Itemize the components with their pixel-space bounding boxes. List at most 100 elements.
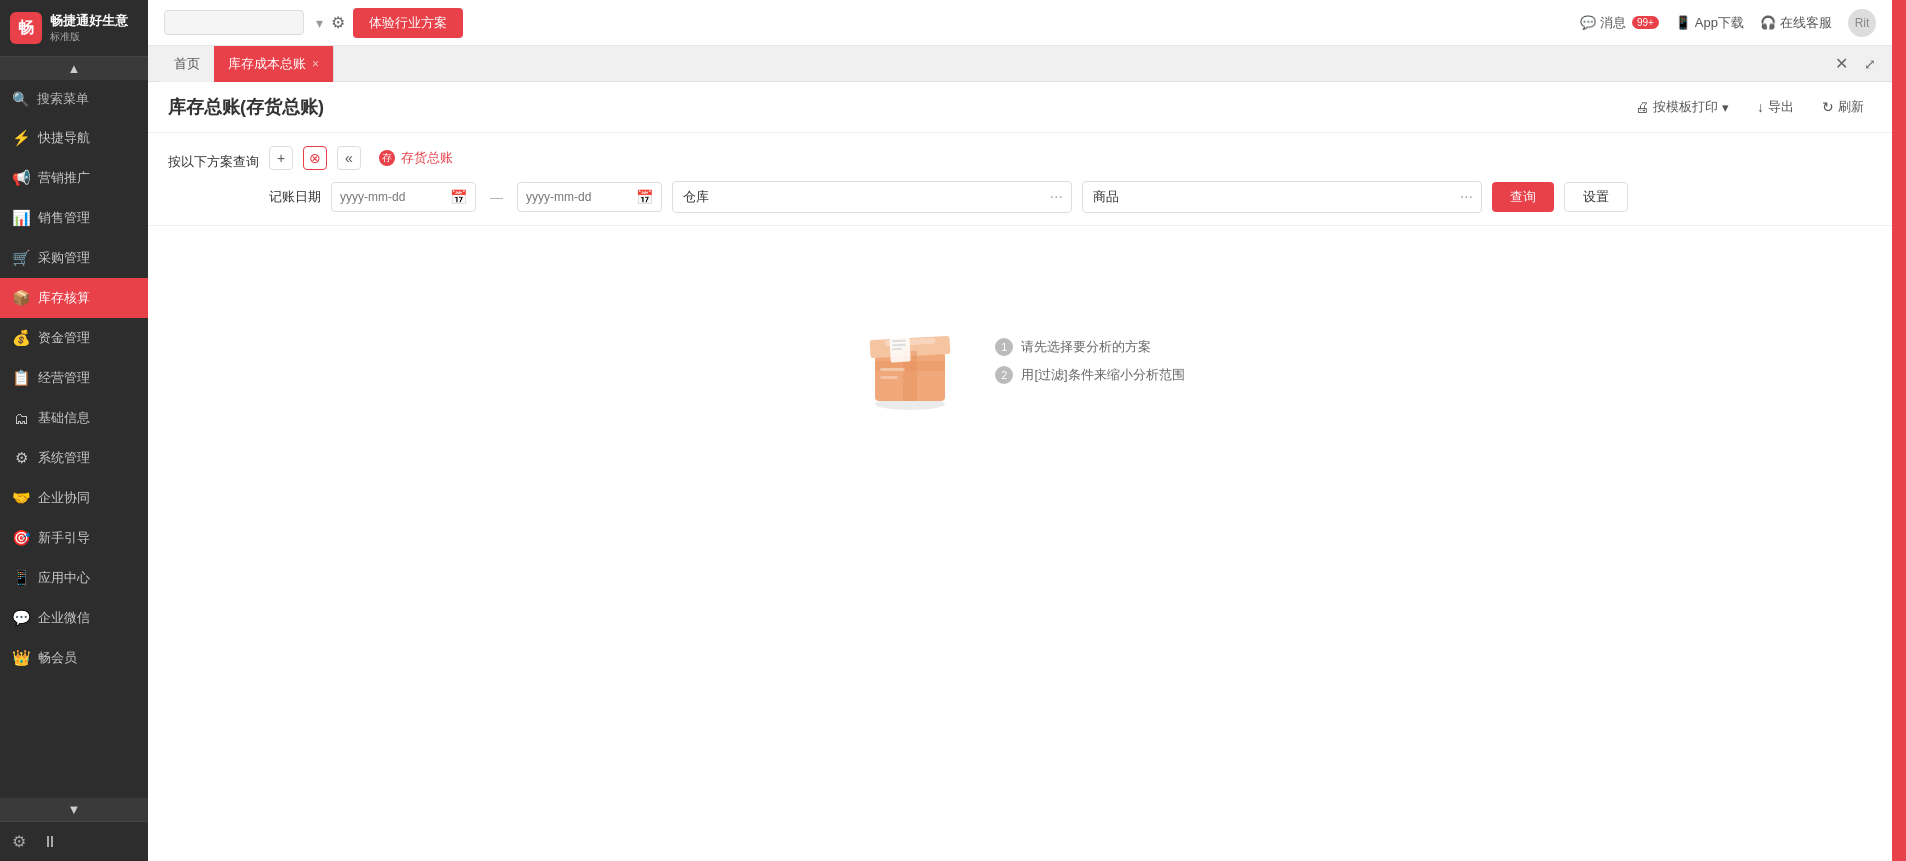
inventory-icon: 📦 [12, 289, 30, 307]
finance-icon: 💰 [12, 329, 30, 347]
topbar-search-input[interactable] [164, 10, 304, 35]
enterprise-icon: 🤝 [12, 489, 30, 507]
filter-label: 按以下方案查询 [168, 145, 259, 171]
resize-panel-button[interactable]: ⤢ [1860, 52, 1880, 76]
quick-nav-icon: ⚡ [12, 129, 30, 147]
basic-icon: 🗂 [12, 410, 30, 427]
app-logo: 畅 畅捷通好生意 标准版 [0, 0, 148, 57]
message-label: 消息 [1600, 14, 1626, 32]
sidebar-item-inventory[interactable]: 📦 库存核算 [0, 278, 148, 318]
product-more-icon[interactable]: ··· [1452, 182, 1481, 212]
export-button[interactable]: ↓ 导出 [1749, 94, 1802, 120]
sidebar-item-purchase[interactable]: 🛒 采购管理 [0, 238, 148, 278]
sidebar-item-label: 系统管理 [38, 449, 136, 467]
tab-home[interactable]: 首页 [160, 46, 214, 82]
vip-icon: 👑 [12, 649, 30, 667]
svg-rect-7 [880, 376, 898, 379]
filter-scheme-item[interactable]: 存 存货总账 [371, 145, 461, 171]
filter-row-buttons: + ⊗ « 存 存货总账 [269, 145, 1872, 171]
refresh-button[interactable]: ↻ 刷新 [1814, 94, 1872, 120]
search-icon: 🔍 [12, 91, 29, 107]
sidebar-item-label: 基础信息 [38, 409, 136, 427]
toggle-sidebar-icon[interactable]: ⏸ [42, 833, 58, 851]
scroll-up-button[interactable]: ▲ [0, 57, 148, 80]
sidebar-item-label: 企业协同 [38, 489, 136, 507]
message-icon: 💬 [1580, 15, 1596, 30]
sidebar-item-vip[interactable]: 👑 畅会员 [0, 638, 148, 678]
topbar-gear-icon[interactable]: ⚙ [331, 13, 345, 32]
print-chevron-icon: ▾ [1722, 100, 1729, 115]
sidebar-item-newbie[interactable]: 🎯 新手引导 [0, 518, 148, 558]
print-button[interactable]: 🖨 按模板打印 ▾ [1627, 94, 1737, 120]
sidebar-nav: ⚡ 快捷导航 📢 营销推广 📊 销售管理 🛒 采购管理 📦 库存核算 💰 资金管… [0, 118, 148, 798]
purchase-icon: 🛒 [12, 249, 30, 267]
tab-inventory-cost[interactable]: 库存成本总账 × [214, 46, 334, 82]
warehouse-more-icon[interactable]: ··· [1042, 182, 1071, 212]
close-panel-button[interactable]: ✕ [1831, 50, 1852, 77]
search-menu-item[interactable]: 🔍 搜索菜单 [0, 80, 148, 118]
tab-close-icon[interactable]: × [312, 57, 319, 71]
warehouse-filter[interactable]: 仓库 ··· [672, 181, 1072, 213]
sidebar-item-quick-nav[interactable]: ⚡ 快捷导航 [0, 118, 148, 158]
user-label: Rit [1855, 16, 1870, 30]
calendar-to-icon[interactable]: 📅 [628, 183, 661, 211]
right-panel[interactable] [1892, 0, 1906, 861]
empty-state-inner: 1 请先选择要分析的方案 2 用[过滤]条件来缩小分析范围 [855, 306, 1184, 416]
sidebar-item-label: 企业微信 [38, 609, 136, 627]
wechat-icon: 💬 [12, 609, 30, 627]
sidebar-item-operations[interactable]: 📋 经营管理 [0, 358, 148, 398]
sales-icon: 📊 [12, 209, 30, 227]
query-button[interactable]: 查询 [1492, 182, 1554, 212]
user-avatar[interactable]: Rit [1848, 9, 1876, 37]
empty-illustration [855, 306, 965, 416]
settings-button[interactable]: 设置 [1564, 182, 1628, 212]
date-from-input[interactable] [332, 184, 442, 210]
empty-tip-2: 2 用[过滤]条件来缩小分析范围 [995, 366, 1184, 384]
page-header: 库存总账(存货总账) 🖨 按模板打印 ▾ ↓ 导出 ↻ 刷新 [148, 82, 1892, 133]
topbar-nav: ▾ ⚙ 体验行业方案 [164, 8, 1568, 38]
app-download-button[interactable]: 📱 App下载 [1675, 14, 1744, 32]
product-label: 商品 [1083, 182, 1129, 212]
filter-collapse-button[interactable]: « [337, 146, 361, 170]
filter-add-button[interactable]: + [269, 146, 293, 170]
sidebar-item-label: 库存核算 [38, 289, 136, 307]
sidebar-item-apps[interactable]: 📱 应用中心 [0, 558, 148, 598]
tab-inventory-cost-label: 库存成本总账 [228, 55, 306, 73]
newbie-icon: 🎯 [12, 529, 30, 547]
scroll-down-button[interactable]: ▼ [0, 798, 148, 821]
sidebar-item-finance[interactable]: 💰 资金管理 [0, 318, 148, 358]
refresh-icon: ↻ [1822, 99, 1834, 115]
calendar-from-icon[interactable]: 📅 [442, 183, 475, 211]
sidebar-item-basic[interactable]: 🗂 基础信息 [0, 398, 148, 438]
topbar: ▾ ⚙ 体验行业方案 💬 消息 99+ 📱 App下载 🎧 在线客服 Rit [148, 0, 1892, 46]
sidebar-item-system[interactable]: ⚙ 系统管理 [0, 438, 148, 478]
sidebar-item-marketing[interactable]: 📢 营销推广 [0, 158, 148, 198]
sidebar-item-enterprise[interactable]: 🤝 企业协同 [0, 478, 148, 518]
sidebar-item-sales[interactable]: 📊 销售管理 [0, 198, 148, 238]
date-separator: — [486, 190, 507, 205]
filter-delete-button[interactable]: ⊗ [303, 146, 327, 170]
online-service-button[interactable]: 🎧 在线客服 [1760, 14, 1832, 32]
sidebar-bottom: ⚙ ⏸ [0, 821, 148, 861]
page-content: 库存总账(存货总账) 🖨 按模板打印 ▾ ↓ 导出 ↻ 刷新 按以下方案查询 [148, 82, 1892, 861]
sidebar-item-label: 采购管理 [38, 249, 136, 267]
date-to-group: 📅 [517, 182, 662, 212]
filter-row-fields: 记账日期 📅 — 📅 仓库 ··· [269, 181, 1872, 213]
sidebar-item-label: 营销推广 [38, 169, 136, 187]
sidebar-item-wechat[interactable]: 💬 企业微信 [0, 598, 148, 638]
refresh-label: 刷新 [1838, 98, 1864, 116]
date-to-input[interactable] [518, 184, 628, 210]
message-button[interactable]: 💬 消息 99+ [1580, 14, 1659, 32]
product-filter[interactable]: 商品 ··· [1082, 181, 1482, 213]
settings-bottom-icon[interactable]: ⚙ [12, 832, 26, 851]
sidebar-item-label: 应用中心 [38, 569, 136, 587]
tip-number-2: 2 [995, 366, 1013, 384]
del-icon: ⊗ [309, 150, 321, 166]
tip-number-1: 1 [995, 338, 1013, 356]
trial-button[interactable]: 体验行业方案 [353, 8, 463, 38]
topbar-chevron-icon[interactable]: ▾ [316, 15, 323, 31]
export-icon: ↓ [1757, 99, 1764, 115]
operations-icon: 📋 [12, 369, 30, 387]
tabbar: 首页 库存成本总账 × ✕ ⤢ [148, 46, 1892, 82]
scheme-icon: 存 [379, 150, 395, 166]
